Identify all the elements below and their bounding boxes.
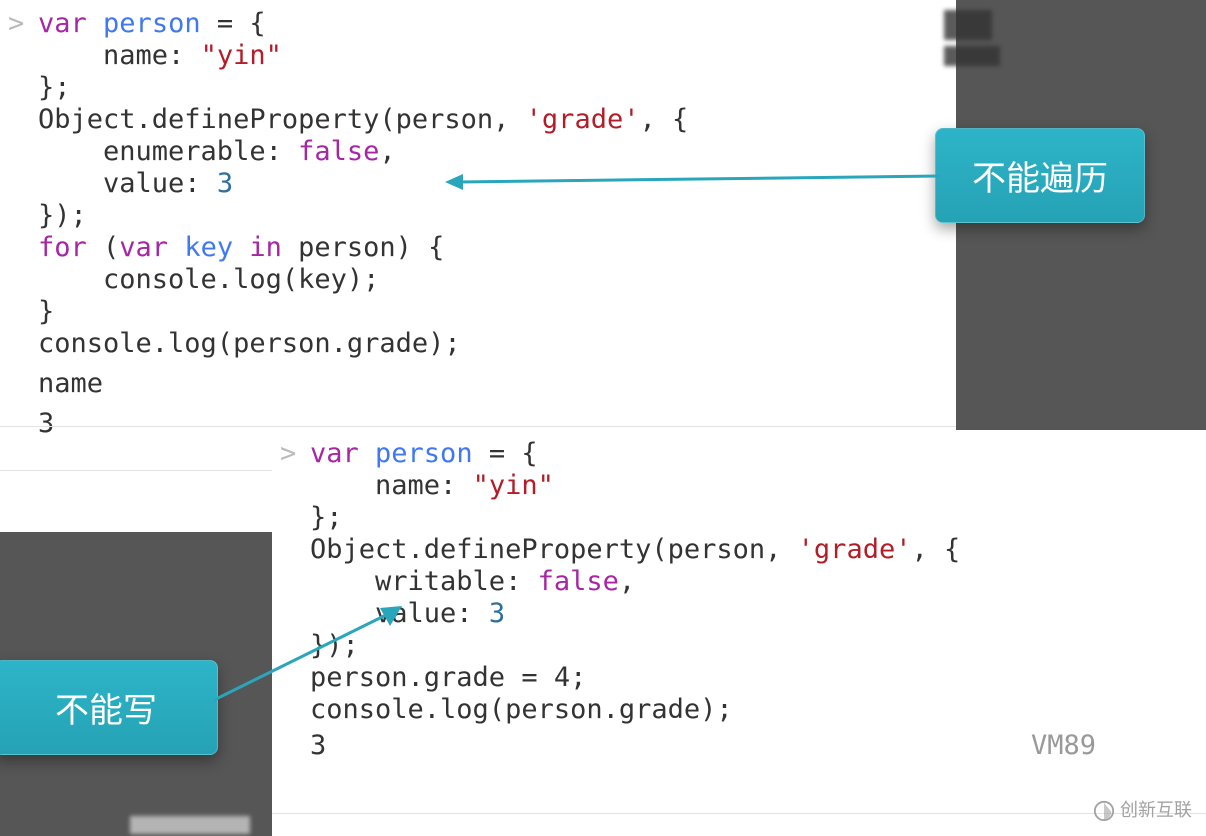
text: name: xyxy=(310,470,473,501)
keyword-var: var xyxy=(119,232,168,263)
text: writable: xyxy=(310,566,538,597)
text: value: xyxy=(38,168,217,199)
code-line: }; xyxy=(8,72,948,104)
string-literal: "yin" xyxy=(473,470,554,501)
string-literal: 'grade' xyxy=(526,104,640,135)
code-line: console.log(person.grade); xyxy=(8,328,948,360)
code-line: enumerable: false, xyxy=(8,136,948,168)
arrow-1 xyxy=(445,168,940,198)
text: , xyxy=(619,566,635,597)
text: ( xyxy=(87,232,120,263)
code-panel-bottom: >var person = { name: "yin" }; Object.de… xyxy=(272,430,1206,836)
string-literal: "yin" xyxy=(201,40,282,71)
keyword-var: var xyxy=(310,438,359,469)
identifier: person xyxy=(359,438,473,469)
text: , xyxy=(379,136,395,167)
watermark: 创新互联 xyxy=(1093,796,1192,822)
watermark-text: 创新互联 xyxy=(1120,800,1192,820)
code-line: } xyxy=(8,296,948,328)
boolean-literal: false xyxy=(538,566,619,597)
code-line: for (var key in person) { xyxy=(8,232,948,264)
arrow-2 xyxy=(214,600,404,710)
code-line: name: "yin" xyxy=(8,40,948,72)
divider xyxy=(0,426,956,427)
text: person) { xyxy=(282,232,445,263)
boolean-literal: false xyxy=(298,136,379,167)
code-line: console.log(key); xyxy=(8,264,948,296)
string-literal: 'grade' xyxy=(798,534,912,565)
code-line: person.grade = 4; xyxy=(280,662,1206,694)
code-line: value: 3 xyxy=(280,598,1206,630)
obscure-box xyxy=(944,46,1000,66)
code-line: console.log(person.grade); xyxy=(280,694,1206,726)
identifier: key xyxy=(168,232,249,263)
code-line: }; xyxy=(280,502,1206,534)
stage: >var person = { name: "yin" }; Object.de… xyxy=(0,0,1206,836)
code-line: Object.defineProperty(person, 'grade', { xyxy=(280,534,1206,566)
code-line: }); xyxy=(280,630,1206,662)
number-literal: 3 xyxy=(217,168,233,199)
obscure-box xyxy=(944,10,992,40)
text: = { xyxy=(473,438,538,469)
output-line: 3 VM89 xyxy=(280,730,1206,762)
keyword-in: in xyxy=(249,232,282,263)
code-line: >var person = { xyxy=(8,8,948,40)
obscure-box xyxy=(130,816,250,834)
output-line: name xyxy=(8,368,948,400)
vm-label: VM89 xyxy=(1031,730,1096,762)
text: , { xyxy=(911,534,960,565)
text: enumerable: xyxy=(38,136,298,167)
keyword-for: for xyxy=(38,232,87,263)
callout-cannot-write: 不能写 xyxy=(0,660,218,755)
prompt-icon: > xyxy=(280,438,310,470)
code-line: writable: false, xyxy=(280,566,1206,598)
keyword-var: var xyxy=(38,8,87,39)
callout-cannot-enumerate: 不能遍历 xyxy=(935,128,1145,223)
number-literal: 3 xyxy=(489,598,505,629)
divider xyxy=(272,813,1206,814)
code-line: name: "yin" xyxy=(280,470,1206,502)
text: Object.defineProperty(person, xyxy=(310,534,798,565)
code-line: Object.defineProperty(person, 'grade', { xyxy=(8,104,948,136)
identifier: person xyxy=(103,8,201,39)
output-value: 3 xyxy=(310,730,326,761)
code-line: >var person = { xyxy=(280,438,1206,470)
logo-icon xyxy=(1093,800,1115,822)
prompt-icon: > xyxy=(8,8,38,40)
code-line: }); xyxy=(8,200,948,232)
